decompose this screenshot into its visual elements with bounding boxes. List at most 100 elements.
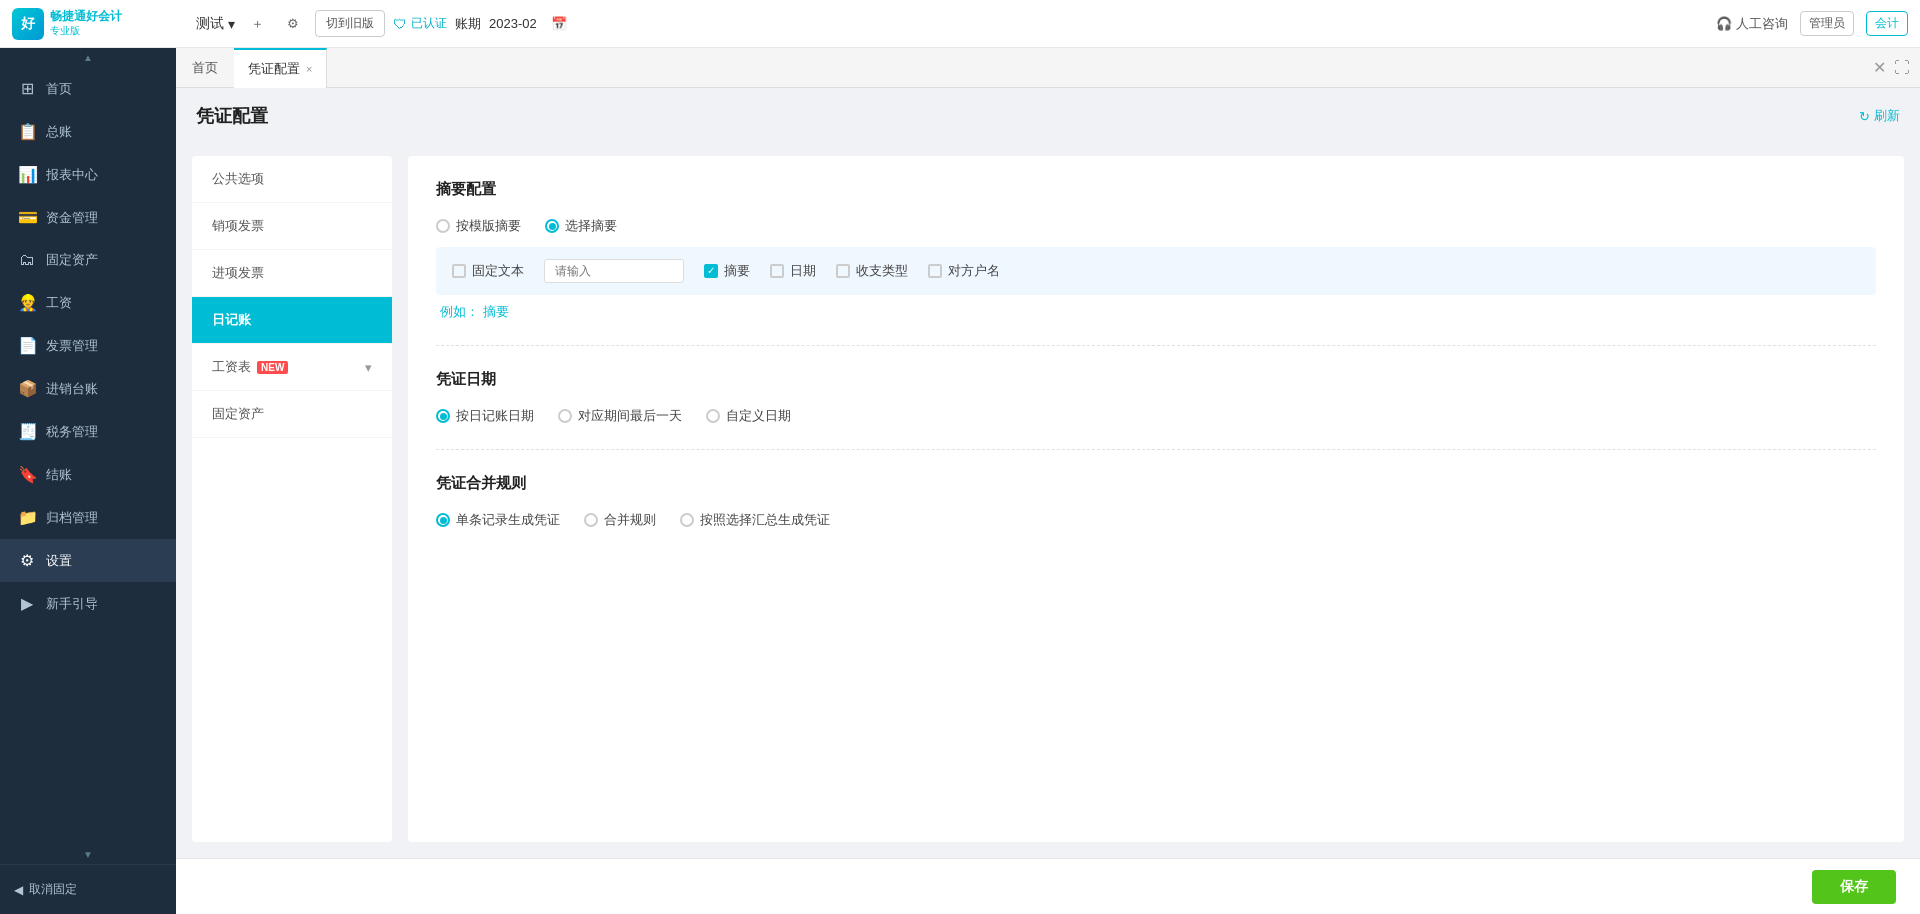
checkbox-pay-type[interactable]: 收支类型 [836, 262, 908, 280]
refresh-button[interactable]: ↻ 刷新 [1859, 107, 1900, 125]
sidebar-item-settings[interactable]: ⚙ 设置 [0, 539, 176, 582]
checkbox-counterpart[interactable]: 对方户名 [928, 262, 1000, 280]
pay-type-label: 收支类型 [856, 262, 908, 280]
tab-bar: 首页 凭证配置 × ✕ ⛶ [176, 48, 1920, 88]
left-nav-diary[interactable]: 日记账 [192, 297, 392, 344]
sidebar-label-payroll: 工资 [46, 294, 72, 312]
tab-home[interactable]: 首页 [176, 48, 234, 88]
tab-voucher-config[interactable]: 凭证配置 × [234, 48, 327, 88]
sidebar-label-home: 首页 [46, 80, 72, 98]
sidebar-item-guide[interactable]: ▶ 新手引导 [0, 582, 176, 625]
example-text: 例如： 摘要 [436, 303, 1876, 321]
tab-close-button[interactable]: × [306, 63, 312, 75]
date-option-diary[interactable]: 按日记账日期 [436, 407, 534, 425]
switch-old-version-button[interactable]: 切到旧版 [315, 10, 385, 37]
invoice-icon: 📄 [18, 336, 36, 355]
by-selection-radio[interactable] [680, 513, 694, 527]
left-nav-payroll-table[interactable]: 工资表 NEW ▾ [192, 344, 392, 391]
sidebar-item-home[interactable]: ⊞ 首页 [0, 67, 176, 110]
last-day-radio[interactable] [558, 409, 572, 423]
consult-button[interactable]: 🎧 人工咨询 [1716, 15, 1788, 33]
sidebar-item-archive[interactable]: 📁 归档管理 [0, 496, 176, 539]
merge-section: 凭证合并规则 单条记录生成凭证 合并规则 [436, 474, 1876, 553]
sales-icon: 📦 [18, 379, 36, 398]
single-label: 单条记录生成凭证 [456, 511, 560, 529]
checkbox-summary[interactable]: 摘要 [704, 262, 750, 280]
merge-section-title: 凭证合并规则 [436, 474, 1876, 493]
left-nav-sales-invoice[interactable]: 销项发票 [192, 203, 392, 250]
single-radio[interactable] [436, 513, 450, 527]
diary-date-radio[interactable] [436, 409, 450, 423]
summary-radio-group: 按模版摘要 选择摘要 [436, 217, 1876, 235]
sidebar-item-assets[interactable]: 🗂 固定资产 [0, 239, 176, 281]
summary-option-select[interactable]: 选择摘要 [545, 217, 617, 235]
fixed-text-checkbox[interactable] [452, 264, 466, 278]
summary-checkbox[interactable] [704, 264, 718, 278]
date-option-custom[interactable]: 自定义日期 [706, 407, 791, 425]
project-selector[interactable]: 测试 ▾ [196, 15, 235, 33]
left-nav-public[interactable]: 公共选项 [192, 156, 392, 203]
sidebar-label-capital: 资金管理 [46, 209, 98, 227]
tab-voucher-config-label: 凭证配置 [248, 60, 300, 78]
shield-icon: 🛡 [393, 16, 407, 32]
sidebar-scroll-down[interactable]: ▼ [0, 845, 176, 864]
left-nav: 公共选项 销项发票 进项发票 日记账 工资表 NEW ▾ 固定资产 [192, 156, 392, 842]
template-radio-label: 按模版摘要 [456, 217, 521, 235]
merge-rule-radio[interactable] [584, 513, 598, 527]
save-button[interactable]: 保存 [1812, 870, 1896, 904]
period-value: 2023-02 [489, 16, 537, 31]
app-logo-text: 畅捷通好会计 [50, 9, 122, 23]
sidebar-item-settle[interactable]: 🔖 结账 [0, 453, 176, 496]
left-nav-purchase-invoice[interactable]: 进项发票 [192, 250, 392, 297]
close-icon[interactable]: ✕ [1873, 58, 1886, 77]
merge-option-selection[interactable]: 按照选择汇总生成凭证 [680, 511, 830, 529]
sidebar-item-ledger[interactable]: 📋 总账 [0, 110, 176, 153]
accountant-button[interactable]: 会计 [1866, 11, 1908, 36]
merge-rule-label: 合并规则 [604, 511, 656, 529]
select-radio-label: 选择摘要 [565, 217, 617, 235]
custom-date-radio[interactable] [706, 409, 720, 423]
counterpart-checkbox[interactable] [928, 264, 942, 278]
calendar-icon[interactable]: 📅 [545, 10, 573, 38]
reports-icon: 📊 [18, 165, 36, 184]
sidebar-item-capital[interactable]: 💳 资金管理 [0, 196, 176, 239]
sidebar-item-tax[interactable]: 🧾 税务管理 [0, 410, 176, 453]
date-checkbox[interactable] [770, 264, 784, 278]
sidebar-scroll-up[interactable]: ▲ [0, 48, 176, 67]
tab-right-actions: ✕ ⛶ [1873, 58, 1920, 77]
date-option-last-day[interactable]: 对应期间最后一天 [558, 407, 682, 425]
sidebar-label-archive: 归档管理 [46, 509, 98, 527]
left-nav-fixed-assets[interactable]: 固定资产 [192, 391, 392, 438]
new-badge: NEW [257, 361, 288, 374]
summary-option-template[interactable]: 按模版摘要 [436, 217, 521, 235]
sidebar-item-sales[interactable]: 📦 进销台账 [0, 367, 176, 410]
template-radio[interactable] [436, 219, 450, 233]
counterpart-label: 对方户名 [948, 262, 1000, 280]
page-wrapper: 公共选项 销项发票 进项发票 日记账 工资表 NEW ▾ 固定资产 [176, 140, 1920, 858]
checkbox-date[interactable]: 日期 [770, 262, 816, 280]
checkbox-fixed-text[interactable]: 固定文本 [452, 262, 524, 280]
add-button[interactable]: ＋ [243, 10, 271, 38]
page-title-bar: 凭证配置 ↻ 刷新 [176, 88, 1920, 140]
sidebar-label-assets: 固定资产 [46, 251, 98, 269]
merge-option-single[interactable]: 单条记录生成凭证 [436, 511, 560, 529]
sidebar-item-invoice[interactable]: 📄 发票管理 [0, 324, 176, 367]
admin-button[interactable]: 管理员 [1800, 11, 1854, 36]
summary-section: 摘要配置 按模版摘要 选择摘要 [436, 180, 1876, 346]
sidebar-item-reports[interactable]: 📊 报表中心 [0, 153, 176, 196]
date-section-title: 凭证日期 [436, 370, 1876, 389]
sidebar-bottom: ◀ 取消固定 [0, 864, 176, 914]
fixed-text-input[interactable] [544, 259, 684, 283]
sidebar-label-settings: 设置 [46, 552, 72, 570]
sidebar-label-guide: 新手引导 [46, 595, 98, 613]
pay-type-checkbox[interactable] [836, 264, 850, 278]
merge-option-rule[interactable]: 合并规则 [584, 511, 656, 529]
sidebar-item-payroll[interactable]: 👷 工资 [0, 281, 176, 324]
expand-icon[interactable]: ⛶ [1894, 59, 1910, 77]
merge-radio-group: 单条记录生成凭证 合并规则 按照选择汇总生成凭证 [436, 511, 1876, 529]
sidebar-label-reports: 报表中心 [46, 166, 98, 184]
right-content: 摘要配置 按模版摘要 选择摘要 [408, 156, 1904, 842]
settings-icon[interactable]: ⚙ [279, 10, 307, 38]
cancel-fixed-button[interactable]: ◀ 取消固定 [0, 873, 176, 906]
select-radio[interactable] [545, 219, 559, 233]
